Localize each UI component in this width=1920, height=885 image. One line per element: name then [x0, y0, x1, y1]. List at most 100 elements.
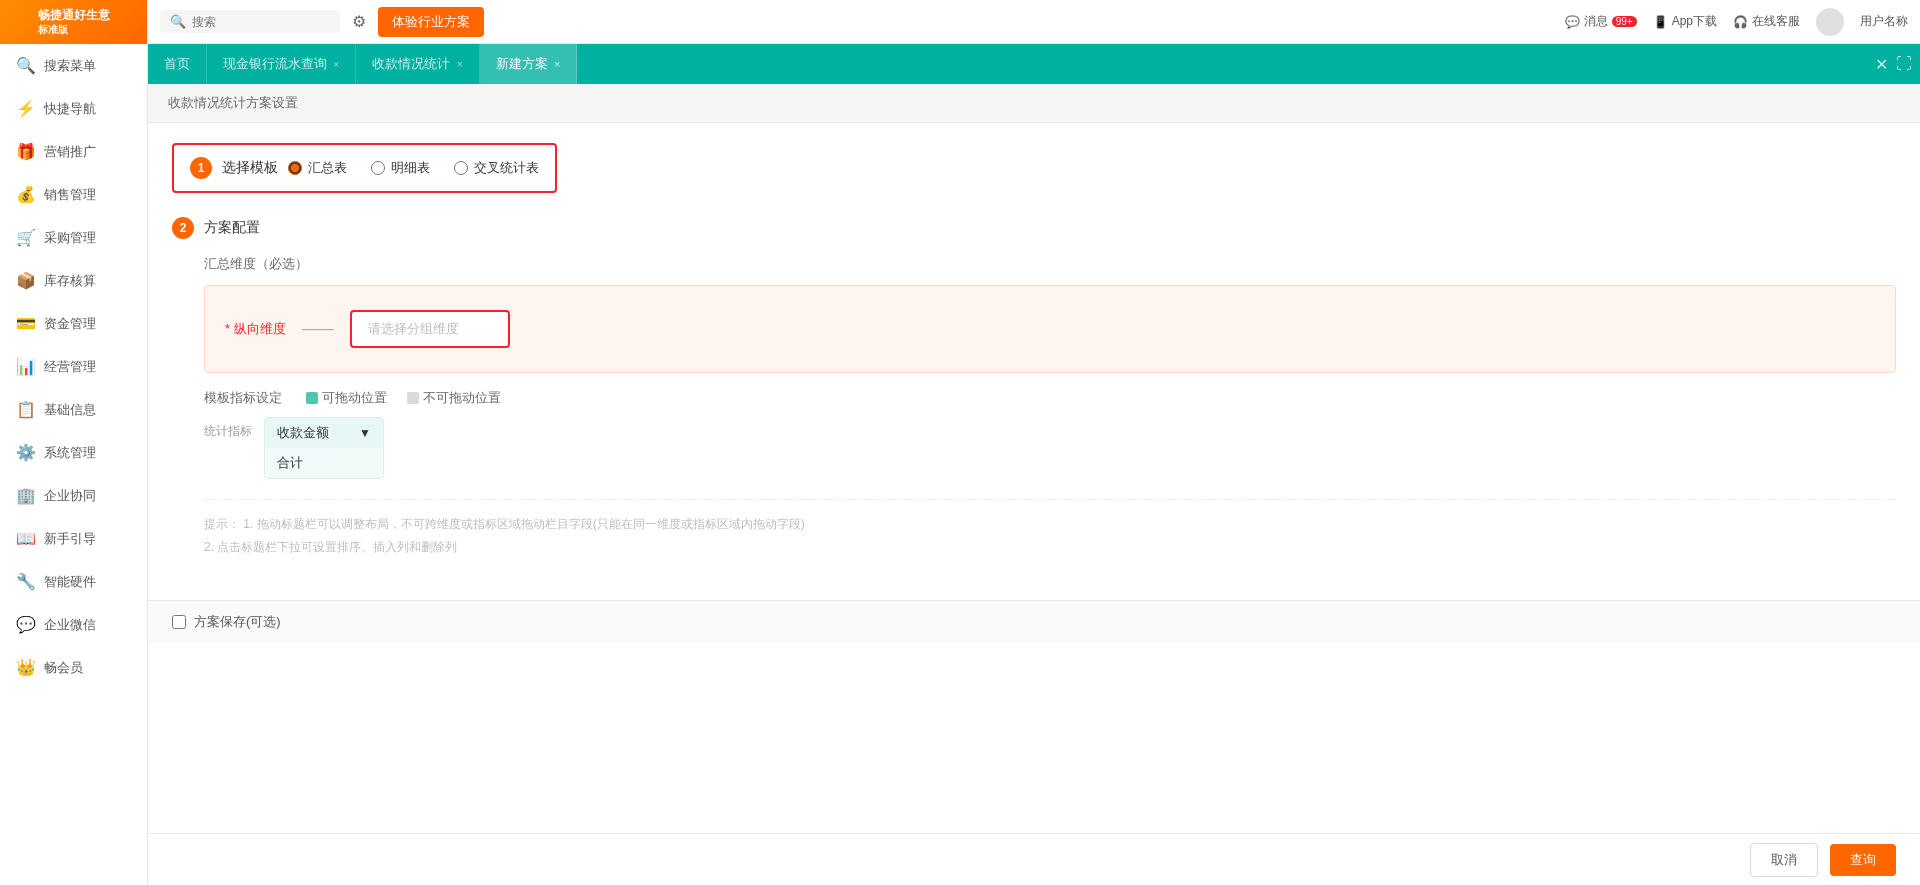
industry-btn[interactable]: 体验行业方案 [378, 7, 484, 37]
step1-box: 1 选择模板 汇总表 明细表 [172, 143, 557, 193]
page-container: 收款情况统计方案设置 1 选择模板 汇总表 [148, 84, 1920, 833]
newbie-icon: 📖 [16, 529, 36, 548]
indicator-header[interactable]: 收款金额 ▼ [265, 418, 383, 448]
sidebar-item-marketing[interactable]: 🎁 营销推广 [0, 130, 147, 173]
sidebar-item-system[interactable]: ⚙️ 系统管理 [0, 431, 147, 474]
tab-new-plan-label: 新建方案 [496, 55, 548, 73]
radio-summary[interactable]: 汇总表 [288, 159, 347, 177]
dimension-arrow: —— [302, 320, 334, 338]
operation-icon: 📊 [16, 357, 36, 376]
basic-info-icon: 📋 [16, 400, 36, 419]
chevron-down-icon: ▼ [359, 426, 371, 440]
tab-bank-flow[interactable]: 现金银行流水查询 × [207, 44, 356, 84]
sidebar-item-purchase[interactable]: 🛒 采购管理 [0, 216, 147, 259]
sidebar-item-quicknav[interactable]: ⚡ 快捷导航 [0, 87, 147, 130]
non-draggable-badge [407, 392, 419, 404]
sidebar-item-basic-info[interactable]: 📋 基础信息 [0, 388, 147, 431]
sidebar-item-member[interactable]: 👑 畅会员 [0, 646, 147, 689]
tab-payment-stats-label: 收款情况统计 [372, 55, 450, 73]
save-checkbox[interactable] [172, 615, 186, 629]
tab-payment-stats-close[interactable]: × [456, 58, 462, 70]
draggable-badge [306, 392, 318, 404]
radio-detail[interactable]: 明细表 [371, 159, 430, 177]
step2-header: 2 方案配置 [172, 217, 1896, 239]
search-box[interactable]: 🔍 [160, 10, 340, 33]
sidebar-item-enterprise-wechat[interactable]: 💬 企业微信 [0, 603, 147, 646]
step2-number: 2 [172, 217, 194, 239]
radio-summary-label: 汇总表 [308, 159, 347, 177]
dimension-placeholder: 请选择分组维度 [368, 321, 459, 336]
tab-new-plan[interactable]: 新建方案 × [480, 44, 577, 84]
radio-cross-input[interactable] [454, 161, 468, 175]
query-button[interactable]: 查询 [1830, 844, 1896, 876]
hardware-icon: 🔧 [16, 572, 36, 591]
radio-detail-input[interactable] [371, 161, 385, 175]
sidebar-item-label: 搜索菜单 [44, 57, 96, 75]
template-radio-group: 汇总表 明细表 交叉统计表 [288, 159, 539, 177]
sidebar-item-label: 销售管理 [44, 186, 96, 204]
search-input[interactable] [192, 15, 322, 29]
tab-payment-stats[interactable]: 收款情况统计 × [356, 44, 479, 84]
notification-label: 消息 [1584, 13, 1608, 30]
tabbar: 首页 现金银行流水查询 × 收款情况统计 × 新建方案 × ✕ ⛶ [148, 44, 1920, 84]
topbar: 🔍 ⚙ 体验行业方案 💬 消息 99+ 📱 App下载 🎧 在线客服 用户名称 [148, 0, 1920, 44]
cancel-button[interactable]: 取消 [1750, 843, 1818, 877]
non-draggable-legend: 不可拖动位置 [407, 389, 501, 407]
dimension-area: * 纵向维度 —— 请选择分组维度 [204, 285, 1896, 373]
tab-home[interactable]: 首页 [148, 44, 207, 84]
radio-cross[interactable]: 交叉统计表 [454, 159, 539, 177]
vertical-dimension-label: * 纵向维度 [225, 320, 286, 338]
tab-new-plan-close[interactable]: × [554, 58, 560, 70]
avatar[interactable] [1816, 8, 1844, 36]
dimension-row: * 纵向维度 —— 请选择分组维度 [225, 310, 1875, 348]
footer-bar: 取消 查询 [148, 833, 1920, 885]
sidebar-item-inventory[interactable]: 📦 库存核算 [0, 259, 147, 302]
radio-cross-label: 交叉统计表 [474, 159, 539, 177]
search-menu-icon: 🔍 [16, 56, 36, 75]
topbar-right: 💬 消息 99+ 📱 App下载 🎧 在线客服 用户名称 [1565, 8, 1908, 36]
sidebar-item-label: 营销推广 [44, 143, 96, 161]
enterprise-wechat-icon: 💬 [16, 615, 36, 634]
indicator-col-header: 收款金额 [277, 424, 329, 442]
app-download-icon: 📱 [1653, 15, 1668, 29]
sidebar-item-label: 经营管理 [44, 358, 96, 376]
username: 用户名称 [1860, 13, 1908, 30]
app-download-label: App下载 [1672, 13, 1717, 30]
logo-text: 畅捷通好生意标准版 [38, 8, 110, 37]
sidebar: 畅捷通好生意标准版 🔍 搜索菜单 ⚡ 快捷导航 🎁 营销推广 💰 销售管理 🛒 … [0, 0, 148, 885]
gear-icon[interactable]: ⚙ [352, 12, 366, 31]
dimension-title: 汇总维度（必选） [204, 255, 1896, 273]
sidebar-item-sales[interactable]: 💰 销售管理 [0, 173, 147, 216]
sidebar-item-operation[interactable]: 📊 经营管理 [0, 345, 147, 388]
sidebar-item-search[interactable]: 🔍 搜索菜单 [0, 44, 147, 87]
step2-section: 2 方案配置 汇总维度（必选） * 纵向维度 —— 请选择分组维度 [172, 217, 1896, 556]
notification-btn[interactable]: 💬 消息 99+ [1565, 13, 1637, 30]
tab-expand-btn[interactable]: ⛶ [1896, 55, 1912, 73]
indicator-settings-label: 模板指标设定 可拖动位置 不可拖动位置 [204, 389, 1896, 407]
marketing-icon: 🎁 [16, 142, 36, 161]
online-support-icon: 🎧 [1733, 15, 1748, 29]
purchase-icon: 🛒 [16, 228, 36, 247]
tab-close-btn[interactable]: ✕ [1875, 55, 1888, 74]
notification-icon: 💬 [1565, 15, 1580, 29]
notification-badge: 99+ [1612, 16, 1637, 27]
tab-bank-flow-close[interactable]: × [333, 58, 339, 70]
sidebar-item-hardware[interactable]: 🔧 智能硬件 [0, 560, 147, 603]
bottom-save-section: 方案保存(可选) [148, 600, 1920, 643]
sidebar-item-label: 新手引导 [44, 530, 96, 548]
sidebar-item-label: 系统管理 [44, 444, 96, 462]
indicator-settings-title: 模板指标设定 [204, 389, 282, 407]
sidebar-item-label: 采购管理 [44, 229, 96, 247]
sidebar-item-newbie[interactable]: 📖 新手引导 [0, 517, 147, 560]
online-support-btn[interactable]: 🎧 在线客服 [1733, 13, 1800, 30]
sidebar-item-label: 企业协同 [44, 487, 96, 505]
app-download-btn[interactable]: 📱 App下载 [1653, 13, 1717, 30]
sidebar-item-enterprise-collab[interactable]: 🏢 企业协同 [0, 474, 147, 517]
step1-header: 1 选择模板 [190, 157, 278, 179]
dimension-select[interactable]: 请选择分组维度 [350, 310, 510, 348]
sidebar-item-finance[interactable]: 💳 资金管理 [0, 302, 147, 345]
sidebar-item-label: 智能硬件 [44, 573, 96, 591]
save-label: 方案保存(可选) [194, 613, 281, 631]
radio-summary-input[interactable] [288, 161, 302, 175]
step1-section: 1 选择模板 汇总表 明细表 [172, 143, 1896, 193]
